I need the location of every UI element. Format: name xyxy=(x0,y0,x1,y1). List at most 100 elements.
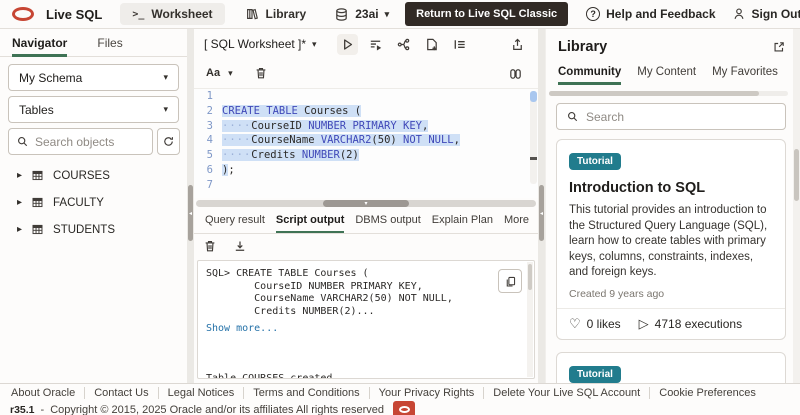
tutorial-card[interactable]: Tutorial Introduction to SQL This tutori… xyxy=(556,139,786,340)
tab-query-result[interactable]: Query result xyxy=(205,207,265,233)
search-objects-input[interactable] xyxy=(35,134,145,149)
tab-script-output[interactable]: Script output xyxy=(275,207,345,233)
editor-scrollbar-thumb[interactable] xyxy=(530,91,537,102)
library-search-input[interactable] xyxy=(586,109,776,124)
tab-navigator[interactable]: Navigator xyxy=(12,29,68,57)
tab-explain-plan[interactable]: Explain Plan xyxy=(432,207,493,233)
library-scrollbar[interactable] xyxy=(793,29,800,383)
splitter-handle[interactable]: ▾ xyxy=(323,200,409,207)
line-number: 6 xyxy=(206,163,213,176)
code-token: (50) xyxy=(371,134,404,147)
card-title[interactable]: Introduction to SQL xyxy=(569,180,773,196)
tab-more[interactable]: More xyxy=(504,207,529,233)
help-icon: ? xyxy=(586,7,601,21)
database-selector[interactable]: 23ai ▾ xyxy=(334,7,389,22)
footer-copyright-row: r35.1 - Copyright © 2015, 2025 Oracle an… xyxy=(0,400,800,415)
footer-link-cookies[interactable]: Cookie Preferences xyxy=(650,387,765,399)
copy-output-button[interactable] xyxy=(498,269,522,293)
tab-my-content[interactable]: My Content xyxy=(637,59,696,85)
output-scrollbar-thumb[interactable] xyxy=(528,264,532,290)
footer-link-delete-account[interactable]: Delete Your Live SQL Account xyxy=(484,386,651,399)
tutorial-card[interactable]: Tutorial SQL Macros - Creating parameter… xyxy=(556,351,786,383)
sidebar-splitter[interactable]: ◂ xyxy=(187,29,194,383)
tree-item-label: STUDENTS xyxy=(53,223,116,236)
chevron-down-icon[interactable]: ▾ xyxy=(228,68,233,78)
editor-output-splitter[interactable]: ▾ xyxy=(196,200,536,207)
sign-out-button[interactable]: Sign Out xyxy=(732,7,800,21)
library-splitter[interactable]: ◂ xyxy=(538,29,545,383)
footer-link-privacy[interactable]: Your Privacy Rights xyxy=(370,386,485,399)
schema-select[interactable]: My Schema ▾ xyxy=(8,64,179,91)
tree-item-students[interactable]: ▸ STUDENTS xyxy=(0,216,187,243)
footer-link-legal[interactable]: Legal Notices xyxy=(159,386,245,399)
expand-caret-icon[interactable]: ▸ xyxy=(17,224,22,235)
nav-tab-label: Library xyxy=(265,7,307,21)
return-to-classic-button[interactable]: Return to Live SQL Classic xyxy=(405,2,569,26)
run-button[interactable] xyxy=(336,33,358,55)
share-button[interactable] xyxy=(507,34,528,55)
library-tabs-scrollbar[interactable] xyxy=(549,91,788,96)
show-more-link[interactable]: Show more... xyxy=(198,323,278,336)
open-in-new-icon[interactable] xyxy=(772,40,786,54)
copyright-text: Copyright © 2015, 2025 Oracle and/or its… xyxy=(50,403,385,415)
sql-code-editor[interactable]: 1 2 CREATE TABLE Courses ( 3 ····CourseI… xyxy=(194,88,538,198)
worksheet-toolbar-2: Aa ▾ xyxy=(194,59,538,87)
footer-link-contact[interactable]: Contact Us xyxy=(85,386,159,399)
library-panel: Library Community My Content My Favorite… xyxy=(546,29,800,383)
code-token: CourseName xyxy=(251,134,321,147)
library-card-list: Tutorial Introduction to SQL This tutori… xyxy=(556,139,786,383)
editor-scrollbar[interactable] xyxy=(530,91,537,184)
scrollbar-thumb[interactable] xyxy=(549,91,760,96)
whitespace-marker: ···· xyxy=(222,149,252,162)
footer-link-terms[interactable]: Terms and Conditions xyxy=(244,386,370,399)
tab-files[interactable]: Files xyxy=(97,29,122,56)
oracle-logo-icon xyxy=(12,7,34,21)
search-icon xyxy=(566,110,579,123)
tutorial-badge: Tutorial xyxy=(569,153,621,170)
refresh-button[interactable] xyxy=(157,128,180,155)
explain-plan-button[interactable] xyxy=(393,34,414,55)
format-button[interactable] xyxy=(449,34,470,55)
nav-tab-worksheet[interactable]: >_ Worksheet xyxy=(120,3,225,25)
splitter-handle[interactable]: ◂ xyxy=(188,185,193,241)
tree-item-label: FACULTY xyxy=(53,196,104,209)
separator: - xyxy=(40,403,45,415)
search-icon xyxy=(16,135,29,148)
code-token: (2) xyxy=(339,149,359,162)
help-and-feedback-button[interactable]: ? Help and Feedback xyxy=(586,7,716,21)
likes-count: 0 likes xyxy=(586,316,621,331)
page-footer: About Oracle Contact Us Legal Notices Te… xyxy=(0,383,800,415)
likes-stat[interactable]: ♡ 0 likes xyxy=(569,317,621,331)
clear-worksheet-button[interactable] xyxy=(251,63,271,83)
library-icon xyxy=(245,7,259,21)
tree-item-faculty[interactable]: ▸ FACULTY xyxy=(0,189,187,216)
object-type-select[interactable]: Tables ▾ xyxy=(8,96,179,123)
run-script-button[interactable] xyxy=(365,34,386,55)
card-description: This tutorial provides an introduction t… xyxy=(569,204,768,278)
output-result-text: Table COURSES created. xyxy=(206,373,339,379)
nav-tab-library[interactable]: Library xyxy=(233,3,319,25)
scrollbar-thumb[interactable] xyxy=(794,149,799,201)
find-button[interactable] xyxy=(505,63,526,84)
output-tabs: Query result Script output DBMS output E… xyxy=(194,207,538,234)
expand-caret-icon[interactable]: ▸ xyxy=(17,197,22,208)
footer-link-about[interactable]: About Oracle xyxy=(2,386,86,399)
tab-dbms-output[interactable]: DBMS output xyxy=(355,207,420,233)
download-output-button[interactable] xyxy=(230,236,250,256)
tab-community[interactable]: Community xyxy=(558,59,622,85)
tree-item-courses[interactable]: ▸ COURSES xyxy=(0,162,187,189)
expand-caret-icon[interactable]: ▸ xyxy=(17,170,22,181)
splitter-handle[interactable]: ◂ xyxy=(539,185,544,241)
clear-output-button[interactable] xyxy=(200,236,220,256)
save-file-button[interactable] xyxy=(421,34,442,55)
terminal-icon: >_ xyxy=(132,8,145,20)
whitespace-marker: ···· xyxy=(222,119,252,132)
font-size-button[interactable]: Aa xyxy=(206,67,220,79)
output-scrollbar[interactable] xyxy=(527,262,533,377)
object-search-box xyxy=(8,128,153,155)
tab-my-favorites[interactable]: My Favorites xyxy=(712,59,778,85)
chevron-down-icon[interactable]: ▾ xyxy=(312,39,317,49)
chevron-down-icon: ▾ xyxy=(163,72,168,82)
play-icon: ▷ xyxy=(638,316,649,331)
code-line: 7 xyxy=(194,178,538,193)
